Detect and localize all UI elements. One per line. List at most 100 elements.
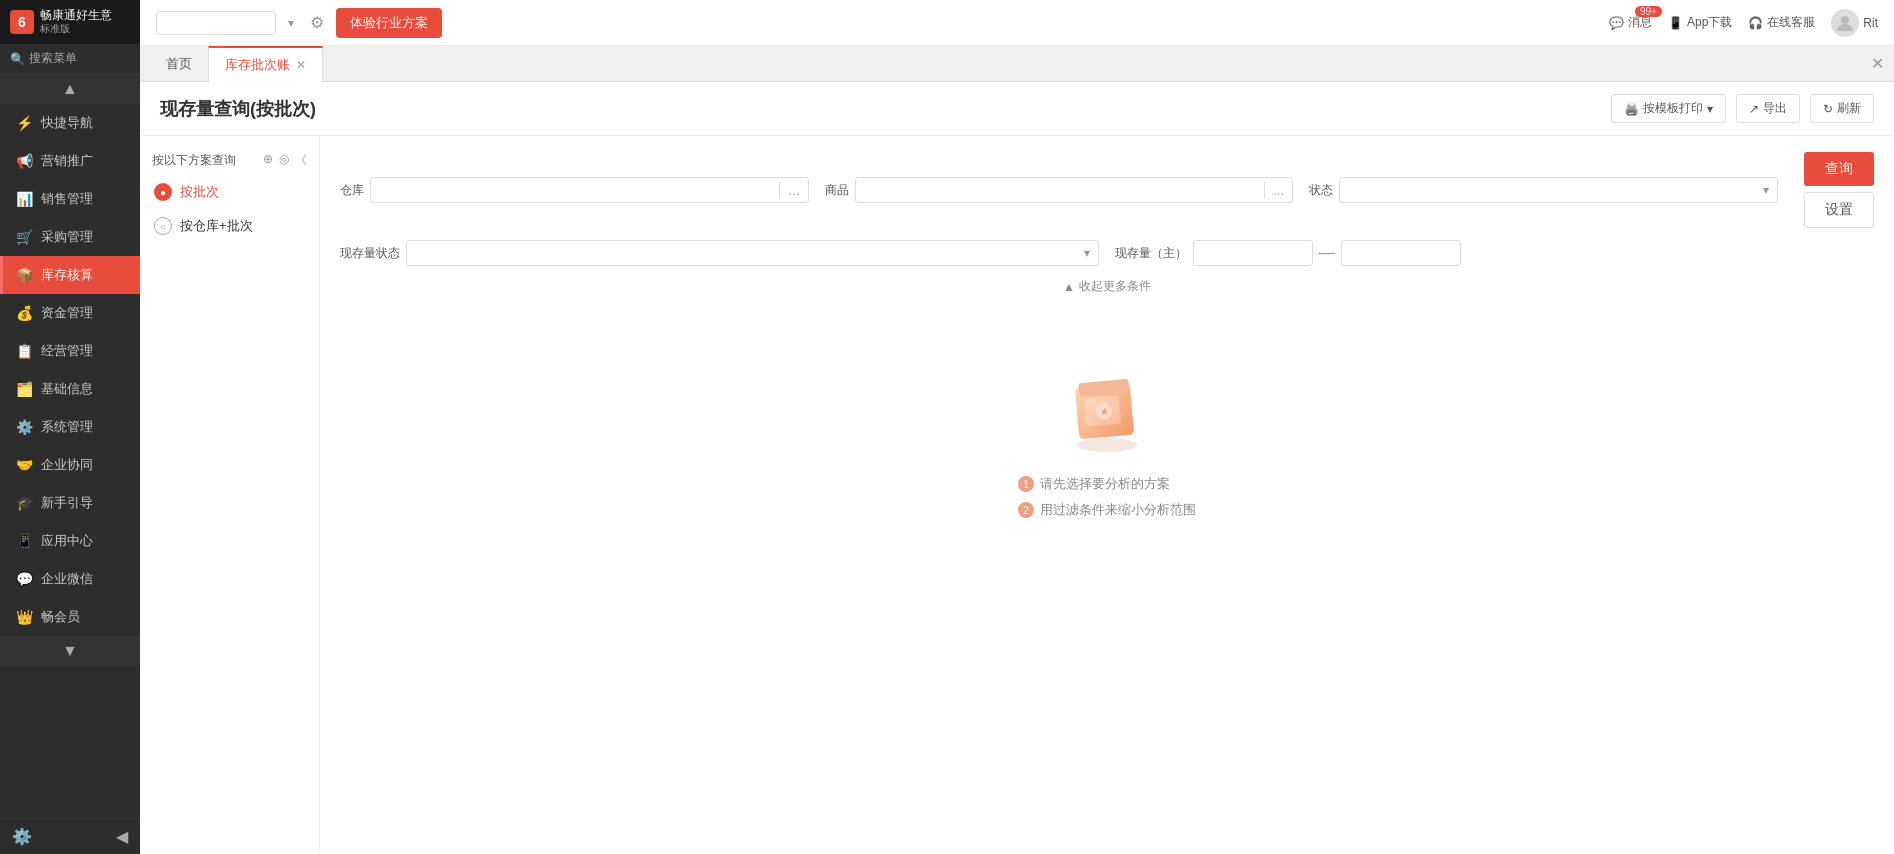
topbar-chevron-icon[interactable]: ▾ (284, 16, 298, 30)
filter-sidebar-title: 按以下方案查询 (152, 152, 236, 169)
sidebar-item-qiye[interactable]: 🤝 企业协同 (0, 446, 140, 484)
money-icon: 💰 (15, 304, 33, 322)
sidebar-item-zijin[interactable]: 💰 资金管理 (0, 294, 140, 332)
settings-btn[interactable]: 设置 (1804, 192, 1874, 228)
nav-label: 系统管理 (41, 418, 93, 436)
filter-collapse-icon[interactable]: 《 (295, 152, 307, 169)
megaphone-icon: 📢 (15, 152, 33, 170)
filter-row-2: 现存量状态 ▾ 现存量（主） — (340, 240, 1874, 266)
stock-qty-from-input[interactable] (1193, 240, 1313, 266)
collapse-label: 收起更多条件 (1079, 278, 1151, 295)
chevron-down-icon: ▾ (1763, 183, 1769, 197)
sidebar-item-yingxiao[interactable]: 📢 营销推广 (0, 142, 140, 180)
sidebar-scroll-down[interactable]: ▼ (0, 636, 140, 666)
svg-point-1 (1077, 438, 1137, 452)
stock-qty-to-input[interactable] (1341, 240, 1461, 266)
sidebar-item-xinshou[interactable]: 🎓 新手引导 (0, 484, 140, 522)
chart-icon: 📊 (15, 190, 33, 208)
content-area: 现存量查询(按批次) 🖨️ 按模板打印 ▾ ↗ 导出 ↻ 刷新 (140, 82, 1894, 854)
nav-label: 经营管理 (41, 342, 93, 360)
sidebar-item-huiyuan[interactable]: 👑 畅会员 (0, 598, 140, 636)
sidebar-scroll-up[interactable]: ▲ (0, 74, 140, 104)
warehouse-dots-btn[interactable]: ... (779, 182, 808, 198)
footer-settings-icon[interactable]: ⚙️ (12, 827, 32, 846)
stock-qty-field: 现存量（主） — (1115, 240, 1874, 266)
goods-field: 商品 ... (825, 177, 1294, 203)
handshake-icon: 🤝 (15, 456, 33, 474)
app-edition: 标准版 (40, 22, 112, 36)
inner-layout: 按以下方案查询 ⊕ ◎ 《 ● 按批次 ○ 按仓库+批次 (140, 136, 1894, 854)
topbar-search-input[interactable] (156, 11, 276, 35)
topbar-gear-icon[interactable]: ⚙ (306, 13, 328, 32)
goods-input[interactable] (856, 178, 1264, 202)
sidebar-item-caigou[interactable]: 🛒 采购管理 (0, 218, 140, 256)
inventory-icon: 📦 (15, 266, 33, 284)
headset-icon: 🎧 (1748, 16, 1763, 30)
sidebar-item-weixin[interactable]: 💬 企业微信 (0, 560, 140, 598)
user-profile-btn[interactable]: Rit (1831, 9, 1878, 37)
nav-label: 应用中心 (41, 532, 93, 550)
query-btn[interactable]: 查询 (1804, 152, 1874, 186)
empty-tips: 1 请先选择要分析的方案 2 用过滤条件来缩小分析范围 (1018, 475, 1196, 527)
filter-sidebar-icons: ⊕ ◎ 《 (263, 152, 307, 169)
filter-item-label: 按批次 (180, 183, 219, 201)
empty-icon: ★ (1057, 355, 1157, 455)
filter-sidebar: 按以下方案查询 ⊕ ◎ 《 ● 按批次 ○ 按仓库+批次 (140, 136, 320, 854)
tab-panel-close-icon[interactable]: ✕ (1871, 54, 1884, 73)
nav-label: 畅会员 (41, 608, 80, 626)
sidebar-item-yingyong[interactable]: 📱 应用中心 (0, 522, 140, 560)
print-template-btn[interactable]: 🖨️ 按模板打印 ▾ (1611, 94, 1726, 123)
sidebar-search[interactable]: 🔍 搜索菜单 (0, 44, 140, 74)
sidebar-nav: ▲ ⚡ 快捷导航 📢 营销推广 📊 销售管理 🛒 采购管理 📦 库存核算 💰 资… (0, 74, 140, 818)
online-service-btn[interactable]: 🎧 在线客服 (1748, 14, 1815, 31)
folder-icon: 🗂️ (15, 380, 33, 398)
svg-text:★: ★ (1100, 406, 1109, 417)
tab-kucun-pici[interactable]: 库存批次账 ✕ (208, 46, 323, 82)
app-company: 畅康通好生意 (40, 8, 112, 22)
sidebar-footer: ⚙️ ◀ (0, 818, 140, 854)
sidebar-item-kucun[interactable]: 📦 库存核算 (0, 256, 140, 294)
sidebar-item-kuaijie[interactable]: ⚡ 快捷导航 (0, 104, 140, 142)
wechat-icon: 💬 (15, 570, 33, 588)
page-title: 现存量查询(按批次) (160, 97, 316, 121)
app-info: 畅康通好生意 标准版 (40, 8, 112, 36)
sidebar-item-jingying[interactable]: 📋 经营管理 (0, 332, 140, 370)
cart-icon: 🛒 (15, 228, 33, 246)
export-btn[interactable]: ↗ 导出 (1736, 94, 1800, 123)
sidebar-search-label: 搜索菜单 (29, 50, 77, 67)
dash-separator: — (1319, 244, 1335, 262)
chevron-down-icon: ▾ (1707, 102, 1713, 116)
sidebar-item-xiaoshou[interactable]: 📊 销售管理 (0, 180, 140, 218)
nav-label: 采购管理 (41, 228, 93, 246)
status-select[interactable]: ▾ (1339, 177, 1778, 203)
stock-status-label: 现存量状态 (340, 245, 400, 262)
warehouse-input[interactable] (371, 178, 779, 202)
notifications-btn[interactable]: 💬 消息 99+ (1609, 14, 1652, 31)
add-filter-icon[interactable]: ⊕ (263, 152, 273, 169)
footer-collapse-icon[interactable]: ◀ (116, 827, 128, 846)
nav-label: 快捷导航 (41, 114, 93, 132)
industry-btn[interactable]: 体验行业方案 (336, 8, 442, 38)
goods-dots-btn[interactable]: ... (1264, 182, 1293, 198)
filter-dot-outline: ○ (154, 217, 172, 235)
phone-icon: 📱 (1668, 16, 1683, 30)
empty-tip-2: 2 用过滤条件来缩小分析范围 (1018, 501, 1196, 519)
app-download-btn[interactable]: 📱 App下载 (1668, 14, 1732, 31)
collapse-more-btn[interactable]: ▲ 收起更多条件 (340, 278, 1874, 295)
search-icon: 🔍 (10, 52, 25, 66)
status-field: 状态 ▾ (1309, 177, 1778, 203)
tab-home[interactable]: 首页 (150, 47, 208, 81)
report-icon: 📋 (15, 342, 33, 360)
tab-kucun-pici-label: 库存批次账 (225, 56, 290, 74)
sidebar-item-xitong[interactable]: ⚙️ 系统管理 (0, 408, 140, 446)
filter-settings-icon[interactable]: ◎ (279, 152, 289, 169)
refresh-btn[interactable]: ↻ 刷新 (1810, 94, 1874, 123)
sidebar-item-jichu[interactable]: 🗂️ 基础信息 (0, 370, 140, 408)
tab-close-icon[interactable]: ✕ (296, 58, 306, 72)
lightning-icon: ⚡ (15, 114, 33, 132)
filter-sidebar-header: 按以下方案查询 ⊕ ◎ 《 (140, 146, 319, 175)
filter-item-by-warehouse-batch[interactable]: ○ 按仓库+批次 (140, 209, 319, 243)
filter-item-by-batch[interactable]: ● 按批次 (140, 175, 319, 209)
page-header: 现存量查询(按批次) 🖨️ 按模板打印 ▾ ↗ 导出 ↻ 刷新 (140, 82, 1894, 136)
stock-status-select[interactable]: ▾ (406, 240, 1099, 266)
